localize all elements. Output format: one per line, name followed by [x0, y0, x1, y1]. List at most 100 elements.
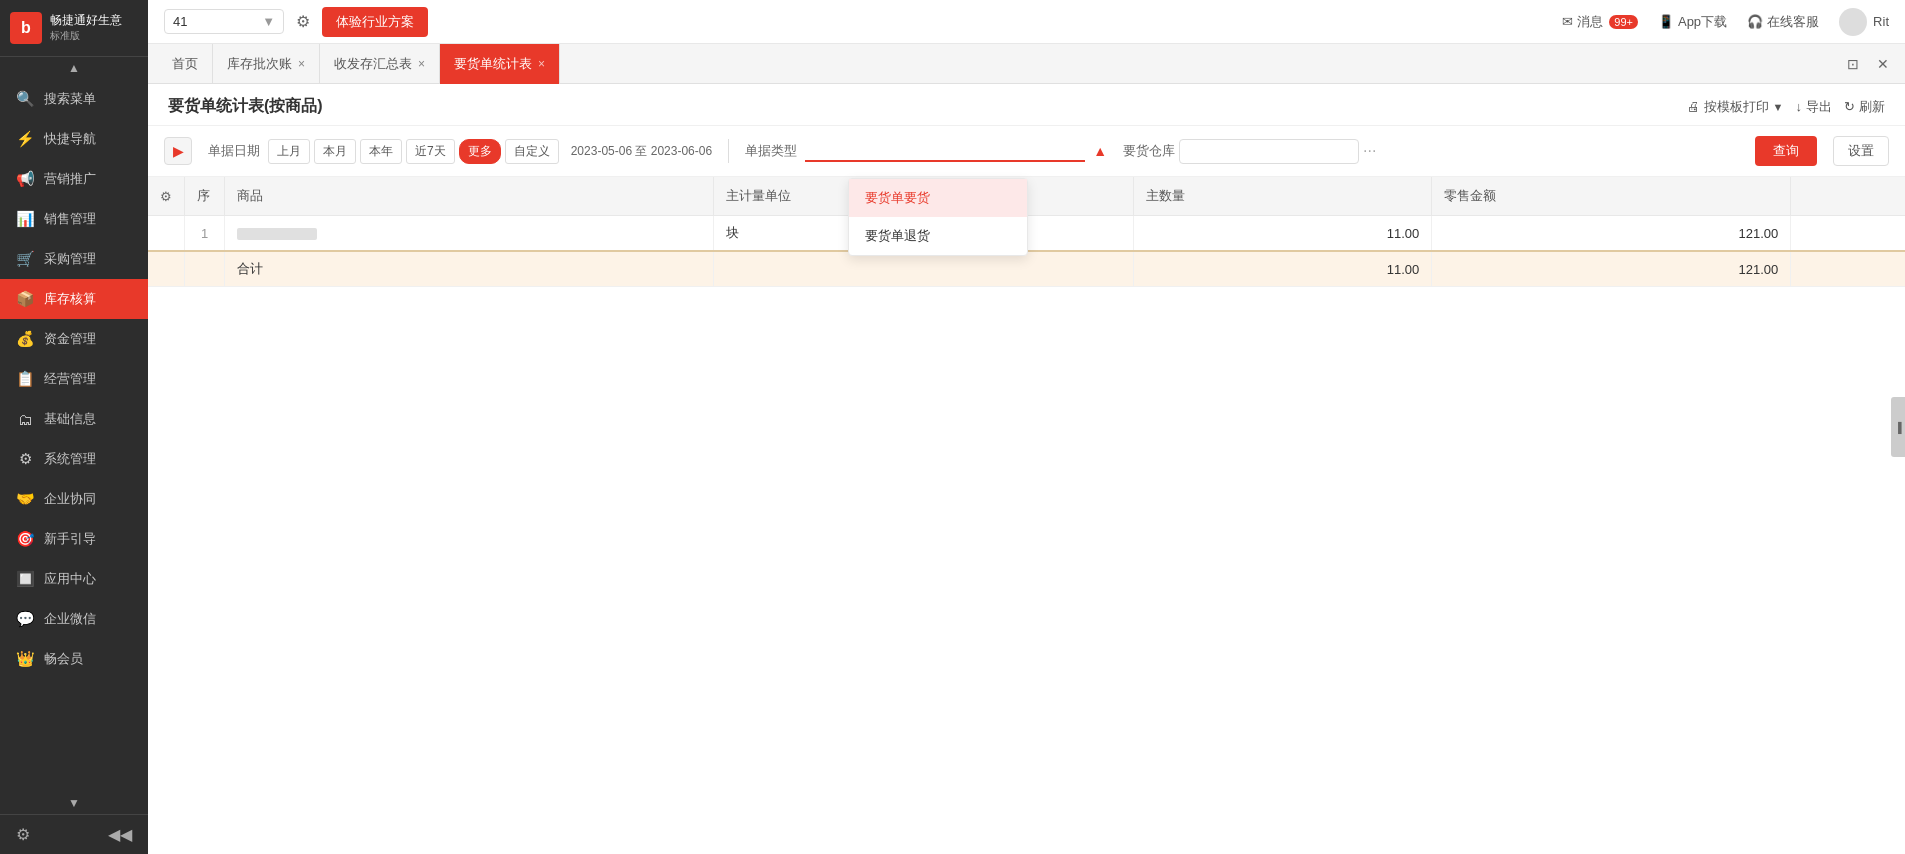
date-custom[interactable]: 自定义 [505, 139, 559, 164]
basic-icon: 🗂 [16, 410, 34, 428]
sidebar-item-label: 经营管理 [44, 370, 96, 388]
appstore-icon: 🔲 [16, 570, 34, 588]
refresh-button[interactable]: ↻ 刷新 [1844, 98, 1885, 116]
right-scroll-indicator[interactable]: ▐ [1891, 397, 1905, 457]
footer-empty-1 [148, 251, 185, 287]
sidebar-item-wecom[interactable]: 💬 企业微信 [0, 599, 148, 639]
type-chevron-up-icon[interactable]: ▲ [1093, 143, 1107, 159]
sidebar-item-label: 企业微信 [44, 610, 96, 628]
col-settings[interactable]: ⚙ [148, 177, 185, 216]
page-content: 要货单统计表(按商品) 🖨 按模板打印 ▼ ↓ 导出 ↻ 刷新 ▶ [148, 84, 1905, 854]
finance-icon: 💰 [16, 330, 34, 348]
table-footer: 合计 11.00 121.00 [148, 251, 1905, 287]
sidebar-item-purchase[interactable]: 🛒 采购管理 [0, 239, 148, 279]
sidebar-item-marketing[interactable]: 📢 营销推广 [0, 159, 148, 199]
sidebar-item-sales[interactable]: 📊 销售管理 [0, 199, 148, 239]
type-filter-group: 单据类型 ▲ [745, 141, 1107, 162]
sidebar-item-guide[interactable]: 🎯 新手引导 [0, 519, 148, 559]
table-container: ⚙ 序 商品 主计量单位 主数量 零售金额 1 [148, 177, 1905, 854]
tab-income-summary[interactable]: 收发存汇总表 × [320, 44, 440, 84]
date-filter-group: 单据日期 上月 本月 本年 近7天 更多 自定义 2023-05-06 至 20… [208, 139, 712, 164]
tab-inventory-batch[interactable]: 库存批次账 × [213, 44, 320, 84]
sidebar-collapse-icon[interactable]: ◀◀ [108, 825, 132, 844]
sidebar-item-member[interactable]: 👑 畅会员 [0, 639, 148, 679]
tab-close-icon[interactable]: × [298, 57, 305, 71]
sidebar-scroll-up[interactable]: ▲ [0, 57, 148, 79]
row-num-cell: 1 [185, 216, 225, 252]
date-more[interactable]: 更多 [459, 139, 501, 164]
topbar-left: 41 ▼ ⚙ 体验行业方案 [164, 7, 428, 37]
tab-close-all-icon[interactable]: ✕ [1871, 52, 1895, 76]
sidebar-item-system[interactable]: ⚙ 系统管理 [0, 439, 148, 479]
sidebar-item-operation[interactable]: 📋 经营管理 [0, 359, 148, 399]
tab-home[interactable]: 首页 [158, 44, 213, 84]
sidebar-item-label: 基础信息 [44, 410, 96, 428]
date-last-month[interactable]: 上月 [268, 139, 310, 164]
filter-toggle-button[interactable]: ▶ [164, 137, 192, 165]
date-last-7-days[interactable]: 近7天 [406, 139, 455, 164]
sidebar-item-label: 畅会员 [44, 650, 83, 668]
footer-empty-2 [185, 251, 225, 287]
print-label: 按模板打印 [1704, 98, 1769, 116]
user-info[interactable]: Rit [1839, 8, 1889, 36]
sidebar-item-label: 销售管理 [44, 210, 96, 228]
col-quantity: 主数量 [1133, 177, 1431, 216]
type-input[interactable] [805, 141, 1085, 162]
sidebar-item-finance[interactable]: 💰 资金管理 [0, 319, 148, 359]
sidebar-settings-icon[interactable]: ⚙ [16, 825, 30, 844]
date-this-month[interactable]: 本月 [314, 139, 356, 164]
message-button[interactable]: ✉ 消息 99+ [1562, 13, 1638, 31]
query-button[interactable]: 查询 [1755, 136, 1817, 166]
col-product: 商品 [225, 177, 714, 216]
app-download-button[interactable]: 📱 App下载 [1658, 13, 1727, 31]
sidebar-item-inventory[interactable]: 📦 库存核算 [0, 279, 148, 319]
row-extra-cell [1791, 216, 1905, 252]
marketing-icon: 📢 [16, 170, 34, 188]
tab-close-active-icon[interactable]: × [538, 57, 545, 71]
export-button[interactable]: ↓ 导出 [1796, 98, 1833, 116]
filter-divider-1 [728, 139, 729, 163]
sidebar-item-label: 资金管理 [44, 330, 96, 348]
chevron-down-icon: ▼ [262, 14, 275, 29]
tab-order-stats[interactable]: 要货单统计表 × [440, 44, 560, 84]
company-selector[interactable]: 41 ▼ [164, 9, 284, 34]
row-settings-cell [148, 216, 185, 252]
sidebar-item-appstore[interactable]: 🔲 应用中心 [0, 559, 148, 599]
message-icon: ✉ [1562, 14, 1573, 29]
online-service-button[interactable]: 🎧 在线客服 [1747, 13, 1819, 31]
date-this-year[interactable]: 本年 [360, 139, 402, 164]
tab-close-icon[interactable]: × [418, 57, 425, 71]
app-title-block: 畅捷通好生意 标准版 [50, 13, 122, 43]
warehouse-label: 要货仓库 [1123, 142, 1175, 160]
online-service-label: 在线客服 [1767, 13, 1819, 31]
tab-expand-icon[interactable]: ⊡ [1841, 52, 1865, 76]
sidebar-item-enterprise[interactable]: 🤝 企业协同 [0, 479, 148, 519]
guide-icon: 🎯 [16, 530, 34, 548]
sidebar-item-label: 营销推广 [44, 170, 96, 188]
print-chevron-icon: ▼ [1773, 101, 1784, 113]
footer-quantity: 11.00 [1133, 251, 1431, 287]
industry-button[interactable]: 体验行业方案 [322, 7, 428, 37]
inventory-batch-label: 库存批次账 [227, 55, 292, 73]
filter-more-icon[interactable]: ··· [1363, 142, 1376, 160]
sidebar-item-label: 新手引导 [44, 530, 96, 548]
settings-button[interactable]: 设置 [1833, 136, 1889, 166]
sidebar-item-search[interactable]: 🔍 搜索菜单 [0, 79, 148, 119]
sidebar-item-basic[interactable]: 🗂 基础信息 [0, 399, 148, 439]
print-template-button[interactable]: 🖨 按模板打印 ▼ [1687, 98, 1784, 116]
warehouse-input[interactable] [1179, 139, 1359, 164]
inventory-icon: 📦 [16, 290, 34, 308]
footer-row: 合计 11.00 121.00 [148, 251, 1905, 287]
page-actions: 🖨 按模板打印 ▼ ↓ 导出 ↻ 刷新 [1687, 98, 1885, 116]
sidebar-item-quick-nav[interactable]: ⚡ 快捷导航 [0, 119, 148, 159]
message-badge: 99+ [1609, 15, 1638, 29]
dropdown-item-requisition[interactable]: 要货单要货 [849, 179, 1027, 217]
settings-icon[interactable]: ⚙ [296, 12, 310, 31]
dropdown-item-return[interactable]: 要货单退货 [849, 217, 1027, 255]
sidebar-scroll-down[interactable]: ▼ [0, 792, 148, 814]
member-icon: 👑 [16, 650, 34, 668]
footer-label: 合计 [225, 251, 714, 287]
purchase-icon: 🛒 [16, 250, 34, 268]
company-value: 41 [173, 14, 187, 29]
home-tab-label: 首页 [172, 55, 198, 73]
